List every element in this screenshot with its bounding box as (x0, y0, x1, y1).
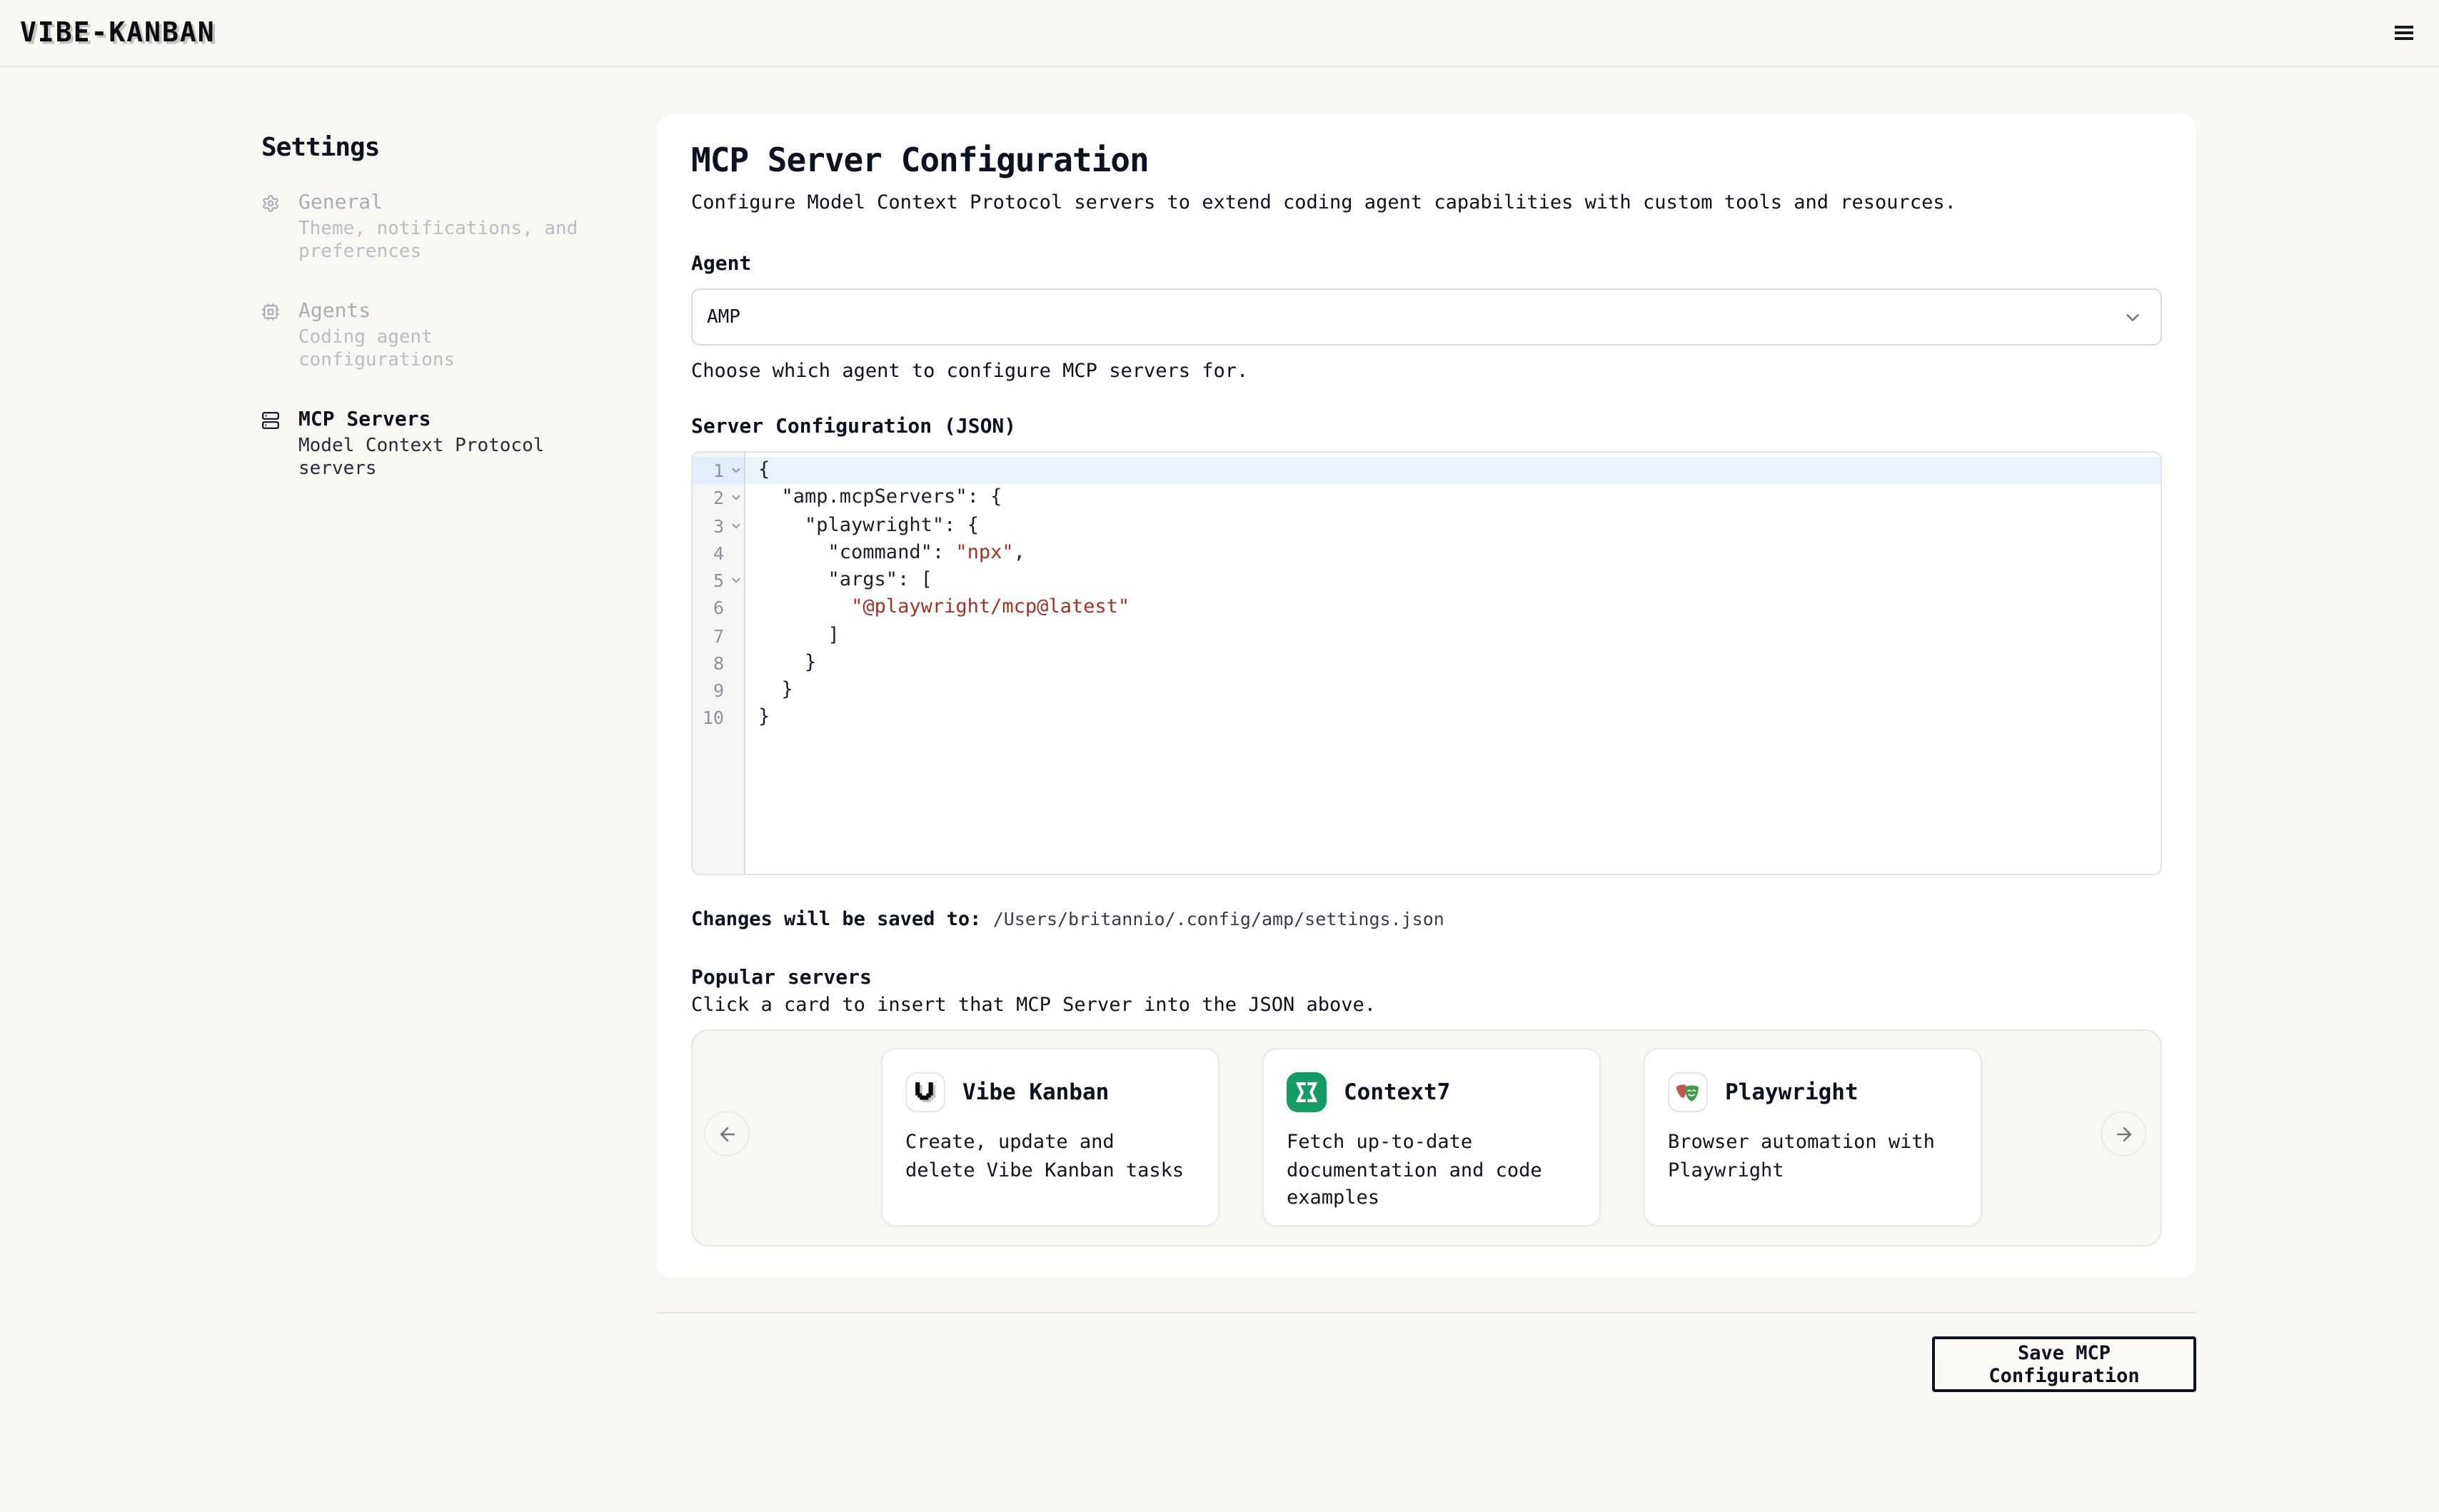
sidebar-item-label: MCP Servers (298, 408, 431, 431)
page-title: MCP Server Configuration (691, 143, 1150, 180)
popular-servers-subtitle: Click a card to insert that MCP Server i… (691, 994, 1377, 1017)
line-number: 10 (702, 707, 724, 729)
line-number: 2 (713, 487, 724, 509)
sidebar-item-description: Model Context Protocol servers (298, 435, 545, 479)
agent-select-value: AMP (707, 306, 740, 328)
code-line: "amp.mcpServers": { (758, 485, 1002, 509)
code-line: "command": "npx", (758, 540, 1025, 564)
save-mcp-configuration-button[interactable]: Save MCP Configuration (1932, 1336, 2196, 1392)
server-card-title: Context7 (1344, 1079, 1451, 1105)
agent-help-text: Choose which agent to configure MCP serv… (691, 360, 1249, 383)
gutter-line: 6 (693, 595, 744, 623)
code-line: } (758, 678, 793, 701)
fold-chevron-icon[interactable] (727, 462, 744, 479)
code-line: "args": [ (758, 568, 932, 591)
server-card-title: Vibe Kanban (962, 1079, 1110, 1105)
gutter-line: 2 (693, 485, 744, 513)
server-card-playwright[interactable]: Playwright Browser automation with Playw… (1644, 1048, 1982, 1226)
line-number: 3 (713, 515, 724, 537)
chevron-down-icon (2122, 306, 2143, 328)
gutter-line: 9 (693, 677, 744, 705)
server-card-description: Fetch up-to-date documentation and code … (1287, 1131, 1542, 1209)
line-number: 5 (713, 570, 724, 592)
gutter-line: 4 (693, 540, 744, 568)
agent-label: Agent (691, 253, 752, 276)
editor-gutter: 1 2 3 4 5 6 7 8 9 10 (693, 453, 745, 874)
playwright-masks-icon (1668, 1072, 1708, 1112)
sidebar-item-label: Agents (298, 300, 371, 323)
line-number: 1 (713, 460, 724, 482)
save-path-note: Changes will be saved to: /Users/britann… (691, 907, 2162, 932)
line-number: 8 (713, 652, 724, 674)
gutter-line: 10 (693, 705, 744, 732)
server-card-vibe-kanban[interactable]: Vibe Kanban Create, update and delete Vi… (881, 1048, 1220, 1226)
gutter-line: 5 (693, 567, 744, 595)
popular-servers-title: Popular servers (691, 967, 872, 989)
page-subtitle: Configure Model Context Protocol servers… (691, 191, 1956, 214)
menu-button[interactable] (2389, 19, 2419, 46)
json-editor[interactable]: 1 2 3 4 5 6 7 8 9 10 { "amp.mcpServers": { "playw… (691, 451, 2162, 875)
save-path-label: Changes will be saved to: (691, 908, 982, 931)
sidebar-item-description: Coding agent configurations (298, 327, 456, 371)
code-line: ] (758, 623, 840, 646)
server-card-title: Playwright (1725, 1079, 1859, 1105)
gutter-line: 1 (693, 457, 744, 485)
code-line: "playwright": { (758, 513, 979, 536)
sidebar-item-label: General (298, 191, 383, 214)
line-number: 4 (713, 542, 724, 564)
settings-sidebar: Settings General Theme, notifications, a… (261, 133, 590, 517)
popular-servers-carousel: Vibe Kanban Create, update and delete Vi… (691, 1029, 2162, 1246)
line-number: 7 (713, 625, 724, 647)
code-line: "@playwright/mcp@latest" (851, 595, 1130, 619)
carousel-next-button[interactable] (2101, 1111, 2146, 1156)
sidebar-nav: General Theme, notifications, and prefer… (261, 191, 590, 480)
server-cards-row: Vibe Kanban Create, update and delete Vi… (881, 1048, 1982, 1226)
server-card-description: Create, update and delete Vibe Kanban ta… (905, 1131, 1185, 1181)
mcp-config-card: MCP Server Configuration Configure Model… (657, 114, 2196, 1278)
sidebar-item-mcp-servers[interactable]: MCP Servers Model Context Protocol serve… (261, 408, 590, 480)
sidebar-item-general[interactable]: General Theme, notifications, and prefer… (261, 191, 590, 263)
vibe-kanban-icon (905, 1072, 945, 1112)
fold-chevron-icon[interactable] (727, 572, 744, 589)
app-root: VIBE-KANBAN Settings General Theme, noti… (0, 0, 2439, 1512)
code-line: { (745, 457, 2161, 485)
code-line: } (758, 650, 817, 674)
line-number: 6 (713, 597, 724, 619)
cpu-icon (261, 303, 280, 321)
fold-chevron-icon[interactable] (727, 517, 744, 534)
json-editor-label: Server Configuration (JSON) (691, 415, 1017, 438)
app-header: VIBE-KANBAN (0, 0, 2439, 67)
sidebar-item-description: Theme, notifications, and preferences (298, 218, 578, 262)
sidebar-title: Settings (261, 133, 380, 163)
server-card-description: Browser automation with Playwright (1668, 1131, 1935, 1181)
gutter-line: 3 (693, 512, 744, 540)
server-card-context7[interactable]: Context7 Fetch up-to-date documentation … (1262, 1048, 1601, 1226)
gutter-line: 8 (693, 650, 744, 677)
footer-divider (657, 1312, 2196, 1314)
save-path-value: /Users/britannio/.config/amp/settings.js… (992, 908, 1444, 929)
gutter-line: 7 (693, 622, 744, 650)
code-line: } (758, 705, 770, 729)
server-icon (261, 411, 280, 430)
agent-select[interactable]: AMP (691, 288, 2162, 346)
carousel-prev-button[interactable] (704, 1111, 750, 1156)
editor-code[interactable]: { "amp.mcpServers": { "playwright": { "c… (745, 453, 2161, 874)
sidebar-item-agents[interactable]: Agents Coding agent configurations (261, 300, 590, 371)
app-logo[interactable]: VIBE-KANBAN (20, 17, 216, 49)
gear-icon (261, 194, 280, 213)
context7-icon (1287, 1072, 1327, 1112)
fold-chevron-icon[interactable] (727, 490, 744, 507)
line-number: 9 (713, 680, 724, 702)
